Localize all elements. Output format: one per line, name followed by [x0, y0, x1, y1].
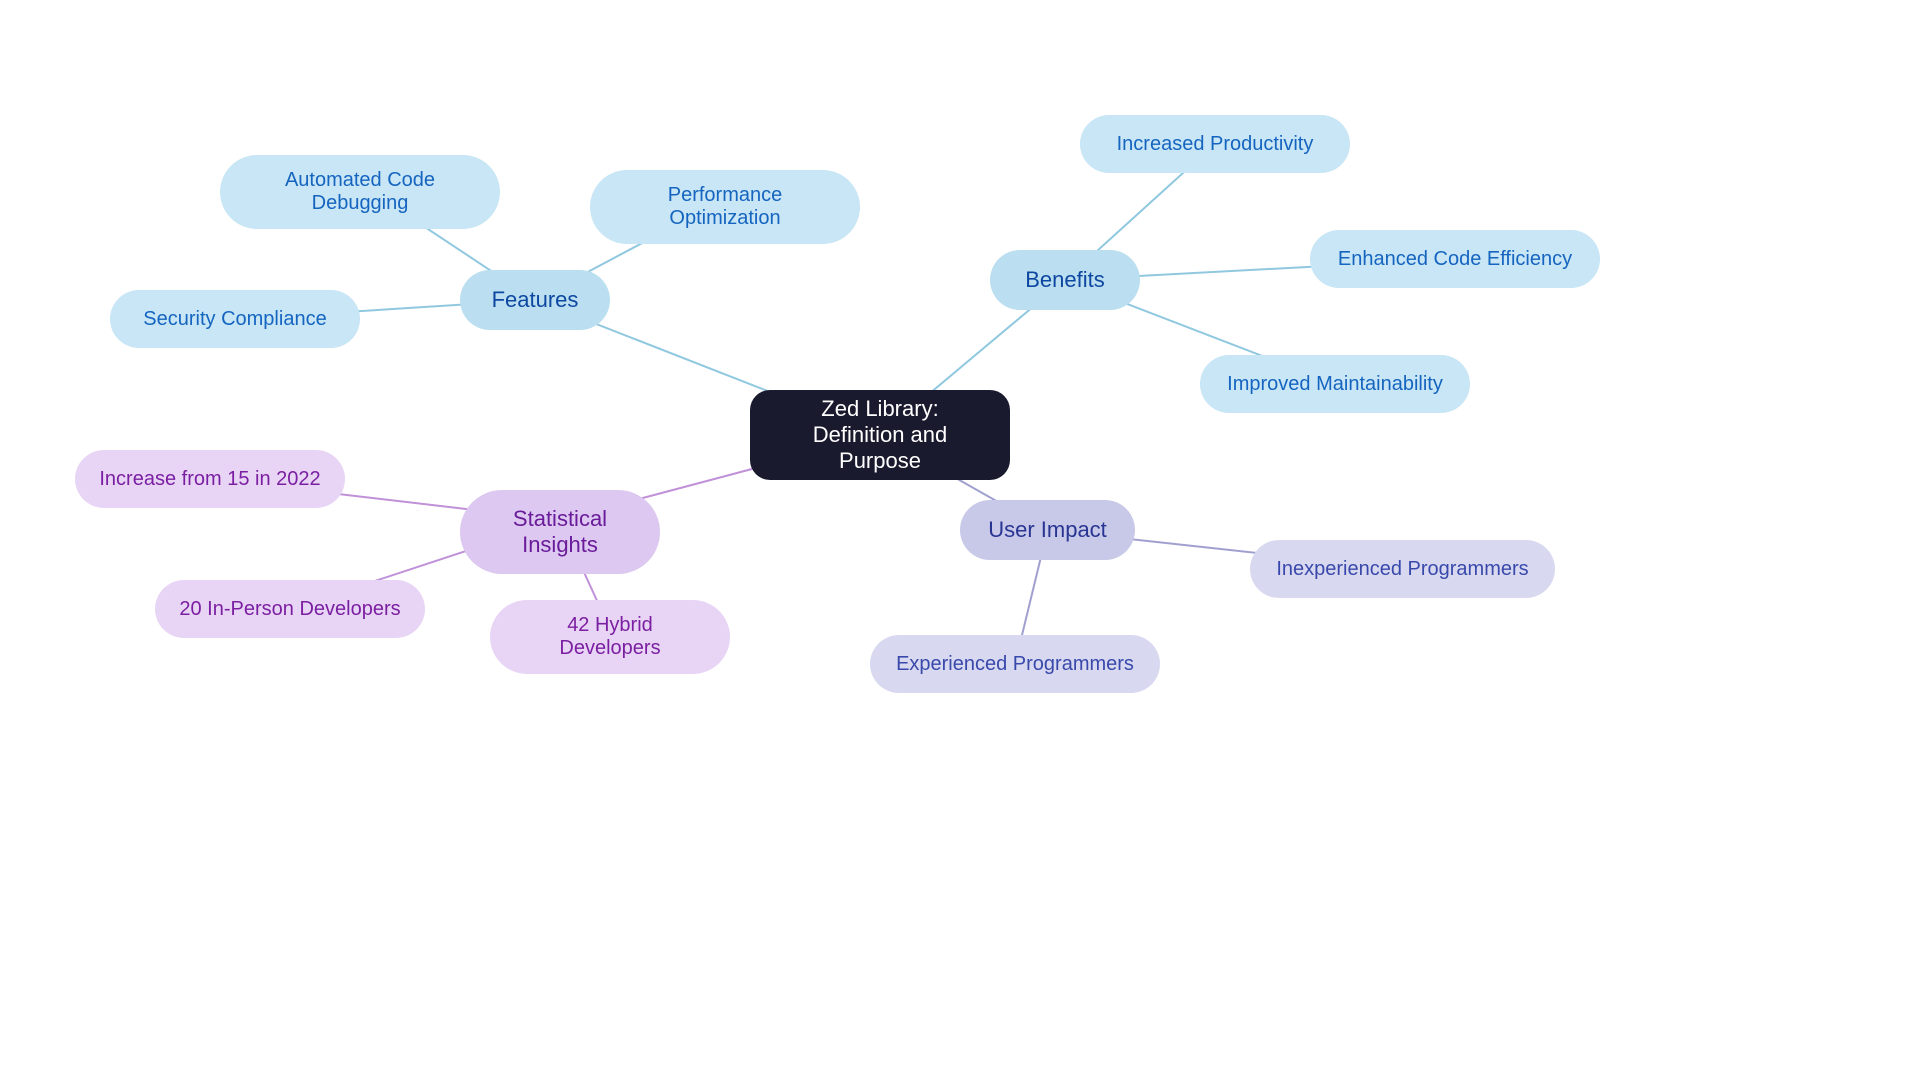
node-benefits[interactable]: Benefits — [990, 250, 1140, 310]
center-node[interactable]: Zed Library: Definition and Purpose — [750, 390, 1010, 480]
node-features[interactable]: Features — [460, 270, 610, 330]
node-exp-prog[interactable]: Experienced Programmers — [870, 635, 1160, 693]
node-hybrid[interactable]: 42 Hybrid Developers — [490, 600, 730, 674]
node-sec-comp[interactable]: Security Compliance — [110, 290, 360, 348]
node-inc-prod[interactable]: Increased Productivity — [1080, 115, 1350, 173]
node-inc-2022[interactable]: Increase from 15 in 2022 — [75, 450, 345, 508]
node-inexp-prog[interactable]: Inexperienced Programmers — [1250, 540, 1555, 598]
node-user-impact[interactable]: User Impact — [960, 500, 1135, 560]
node-perf-opt[interactable]: Performance Optimization — [590, 170, 860, 244]
node-in-person[interactable]: 20 In-Person Developers — [155, 580, 425, 638]
mind-map: Zed Library: Definition and Purpose Featu… — [0, 0, 1920, 1083]
node-stat-insights[interactable]: Statistical Insights — [460, 490, 660, 574]
node-enh-code[interactable]: Enhanced Code Efficiency — [1310, 230, 1600, 288]
node-auto-debug[interactable]: Automated Code Debugging — [220, 155, 500, 229]
node-imp-maint[interactable]: Improved Maintainability — [1200, 355, 1470, 413]
